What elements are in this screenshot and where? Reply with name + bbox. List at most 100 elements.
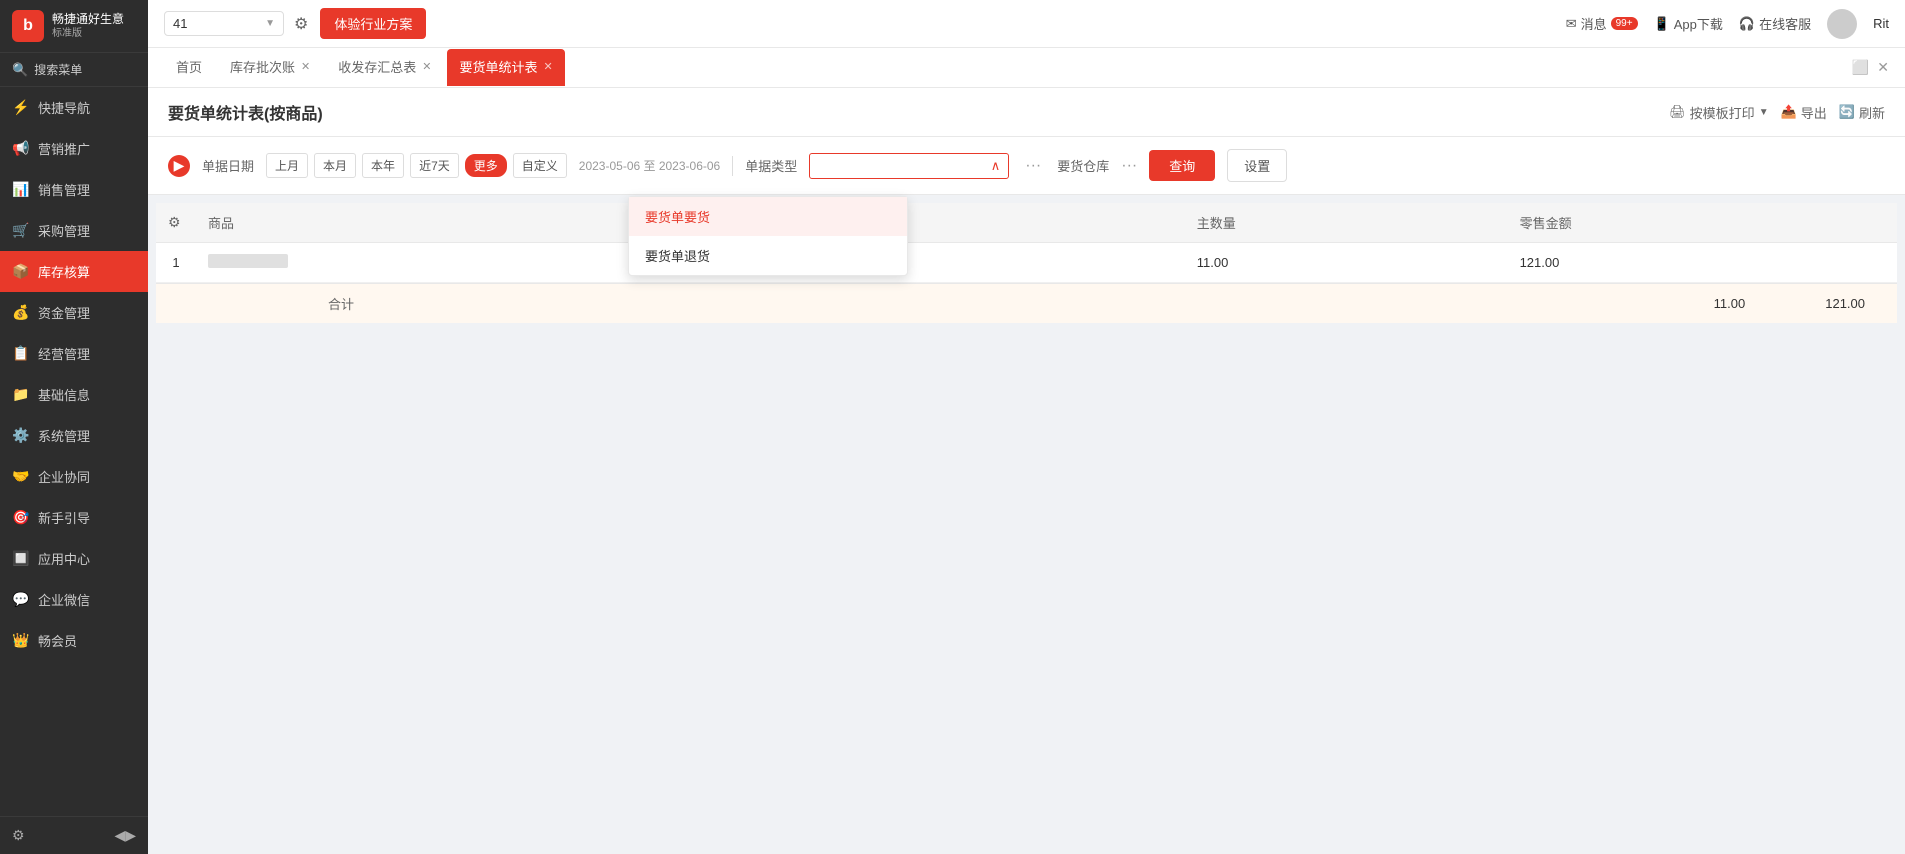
message-icon: ✉: [1566, 16, 1577, 32]
col-settings: ⚙: [156, 203, 196, 243]
expand-filter-button[interactable]: ▶: [168, 155, 190, 177]
marketing-icon: 📢: [12, 140, 30, 157]
beginner-icon: 🎯: [12, 509, 30, 526]
type-select-up-arrow: ∧: [991, 158, 1001, 174]
footer-label: 合计: [328, 294, 354, 313]
purchase-icon: 🛒: [12, 222, 30, 239]
data-table: ⚙ 商品 主计量单位 主数量 零售金额 1 块: [156, 203, 1897, 283]
sidebar-item-system[interactable]: ⚙️ 系统管理: [0, 415, 148, 456]
sidebar-item-sales[interactable]: 📊 销售管理: [0, 169, 148, 210]
table-row: 1 块 11.00 121.00: [156, 243, 1897, 283]
online-service-action[interactable]: 🎧 在线客服: [1739, 14, 1811, 33]
sidebar-item-app-center[interactable]: 🔲 应用中心: [0, 538, 148, 579]
sidebar-item-operation[interactable]: 📋 经营管理: [0, 333, 148, 374]
sidebar-item-wechat[interactable]: 💬 企业微信: [0, 579, 148, 620]
this-month-btn[interactable]: 本月: [314, 153, 356, 178]
page-title: 要货单统计表(按商品): [168, 100, 323, 124]
service-icon: 🎧: [1739, 16, 1755, 32]
tab-inventory-batch[interactable]: 库存批次账 ✕: [218, 49, 322, 86]
sidebar-item-member[interactable]: 👑 畅会员: [0, 620, 148, 661]
topbar-settings-icon[interactable]: ⚙: [294, 14, 308, 34]
dropdown-item-order-goods[interactable]: 要货单要货: [629, 197, 907, 236]
sidebar-item-purchase[interactable]: 🛒 采购管理: [0, 210, 148, 251]
sidebar-logo: b 畅捷通好生意 标准版: [0, 0, 148, 53]
print-button[interactable]: 🖨 按模板打印 ▼: [1669, 103, 1768, 122]
operation-icon: 📋: [12, 345, 30, 362]
column-settings-icon[interactable]: ⚙: [168, 214, 181, 230]
filter-bar: ▶ 单据日期 上月 本月 本年 近7天 更多 自定义 2023-05-06 至 …: [148, 137, 1905, 195]
type-more-btn[interactable]: ···: [1021, 157, 1045, 175]
sidebar-item-basic[interactable]: 📁 基础信息: [0, 374, 148, 415]
message-action[interactable]: ✉ 消息 99+: [1566, 14, 1638, 33]
store-selector[interactable]: 41 ▼: [164, 11, 284, 36]
print-icon: 🖨: [1669, 104, 1686, 120]
store-dropdown-arrow: ▼: [265, 18, 275, 29]
sidebar-item-inventory[interactable]: 📦 库存核算: [0, 251, 148, 292]
message-badge: 99+: [1611, 17, 1638, 30]
sidebar-search[interactable]: 🔍 搜索菜单: [0, 53, 148, 87]
settings-bottom-btn[interactable]: ⚙: [12, 827, 25, 844]
sidebar-item-marketing[interactable]: 📢 营销推广: [0, 128, 148, 169]
topbar: 41 ▼ ⚙ 体验行业方案 ✉ 消息 99+ 📱 App下载 🎧 在线客服 Ri…: [148, 0, 1905, 48]
this-year-btn[interactable]: 本年: [362, 153, 404, 178]
tabbar: 首页 库存批次账 ✕ 收发存汇总表 ✕ 要货单统计表 ✕ ⬜ ✕: [148, 48, 1905, 88]
last7days-btn[interactable]: 近7天: [410, 153, 459, 178]
page-header: 要货单统计表(按商品) 🖨 按模板打印 ▼ 📤 导出 🔄 刷新: [148, 88, 1905, 137]
main-area: 41 ▼ ⚙ 体验行业方案 ✉ 消息 99+ 📱 App下载 🎧 在线客服 Ri…: [148, 0, 1905, 854]
app-download-action[interactable]: 📱 App下载: [1654, 14, 1723, 33]
sidebar-nav: ⚡ 快捷导航 📢 营销推广 📊 销售管理 🛒 采购管理 📦 库存核算 💰 资金管…: [0, 87, 148, 816]
tab-home[interactable]: 首页: [164, 49, 214, 86]
date-buttons: 上月 本月 本年 近7天 更多 自定义: [266, 153, 567, 178]
inventory-icon: 📦: [12, 263, 30, 280]
sidebar-item-beginner[interactable]: 🎯 新手引导: [0, 497, 148, 538]
warehouse-label: 要货仓库: [1057, 156, 1109, 175]
prev-month-btn[interactable]: 上月: [266, 153, 308, 178]
dropdown-item-order-return[interactable]: 要货单退货: [629, 236, 907, 275]
collapse-btn[interactable]: ◀▶: [114, 827, 136, 844]
refresh-button[interactable]: 🔄 刷新: [1839, 103, 1885, 122]
topbar-left: 41 ▼ ⚙ 体验行业方案: [164, 8, 1566, 39]
custom-date-btn[interactable]: 自定义: [513, 153, 567, 178]
query-button[interactable]: 查询: [1149, 150, 1215, 181]
sidebar-item-finance[interactable]: 💰 资金管理: [0, 292, 148, 333]
footer-quantity: 11.00: [1714, 296, 1746, 311]
close-inventory-batch-tab[interactable]: ✕: [301, 60, 310, 73]
table-footer: 合计 11.00 121.00: [156, 283, 1897, 323]
basic-icon: 📁: [12, 386, 30, 403]
user-avatar[interactable]: [1827, 9, 1857, 39]
search-icon: 🔍: [12, 62, 28, 78]
more-dates-btn[interactable]: 更多: [465, 154, 507, 177]
maximize-icon[interactable]: ⬜: [1852, 59, 1869, 76]
export-icon: 📤: [1781, 104, 1797, 120]
close-order-summary-tab[interactable]: ✕: [544, 60, 553, 73]
quick-nav-icon: ⚡: [12, 99, 30, 116]
page-header-actions: 🖨 按模板打印 ▼ 📤 导出 🔄 刷新: [1669, 103, 1885, 122]
wechat-icon: 💬: [12, 591, 30, 608]
settings-button[interactable]: 设置: [1227, 149, 1287, 182]
close-receive-summary-tab[interactable]: ✕: [422, 60, 431, 73]
export-button[interactable]: 📤 导出: [1781, 103, 1827, 122]
sidebar: b 畅捷通好生意 标准版 🔍 搜索菜单 ⚡ 快捷导航 📢 营销推广 📊 销售管理…: [0, 0, 148, 854]
user-name: Rit: [1873, 16, 1889, 31]
tab-receive-summary[interactable]: 收发存汇总表 ✕: [326, 49, 443, 86]
tab-order-summary[interactable]: 要货单统计表 ✕: [447, 49, 564, 86]
app-download-icon: 📱: [1654, 16, 1670, 32]
app-center-icon: 🔲: [12, 550, 30, 567]
col-quantity: 主数量: [1185, 203, 1508, 243]
logo-text: 畅捷通好生意 标准版: [52, 11, 124, 42]
finance-icon: 💰: [12, 304, 30, 321]
col-amount: 零售金额: [1508, 203, 1897, 243]
close-window-icon[interactable]: ✕: [1877, 59, 1889, 76]
filter-divider: [732, 156, 733, 176]
sidebar-item-quick-nav[interactable]: ⚡ 快捷导航: [0, 87, 148, 128]
sidebar-item-enterprise[interactable]: 🤝 企业协同: [0, 456, 148, 497]
member-icon: 👑: [12, 632, 30, 649]
topbar-right: ✉ 消息 99+ 📱 App下载 🎧 在线客服 Rit: [1566, 9, 1889, 39]
print-dropdown-arrow: ▼: [1759, 107, 1769, 118]
footer-amount: 121.00: [1825, 296, 1865, 311]
type-select[interactable]: ∧: [809, 153, 1009, 179]
promo-button[interactable]: 体验行业方案: [320, 8, 426, 39]
row-quantity: 11.00: [1185, 243, 1508, 283]
warehouse-more-btn[interactable]: ···: [1121, 157, 1137, 175]
type-filter-label: 单据类型: [745, 156, 797, 175]
